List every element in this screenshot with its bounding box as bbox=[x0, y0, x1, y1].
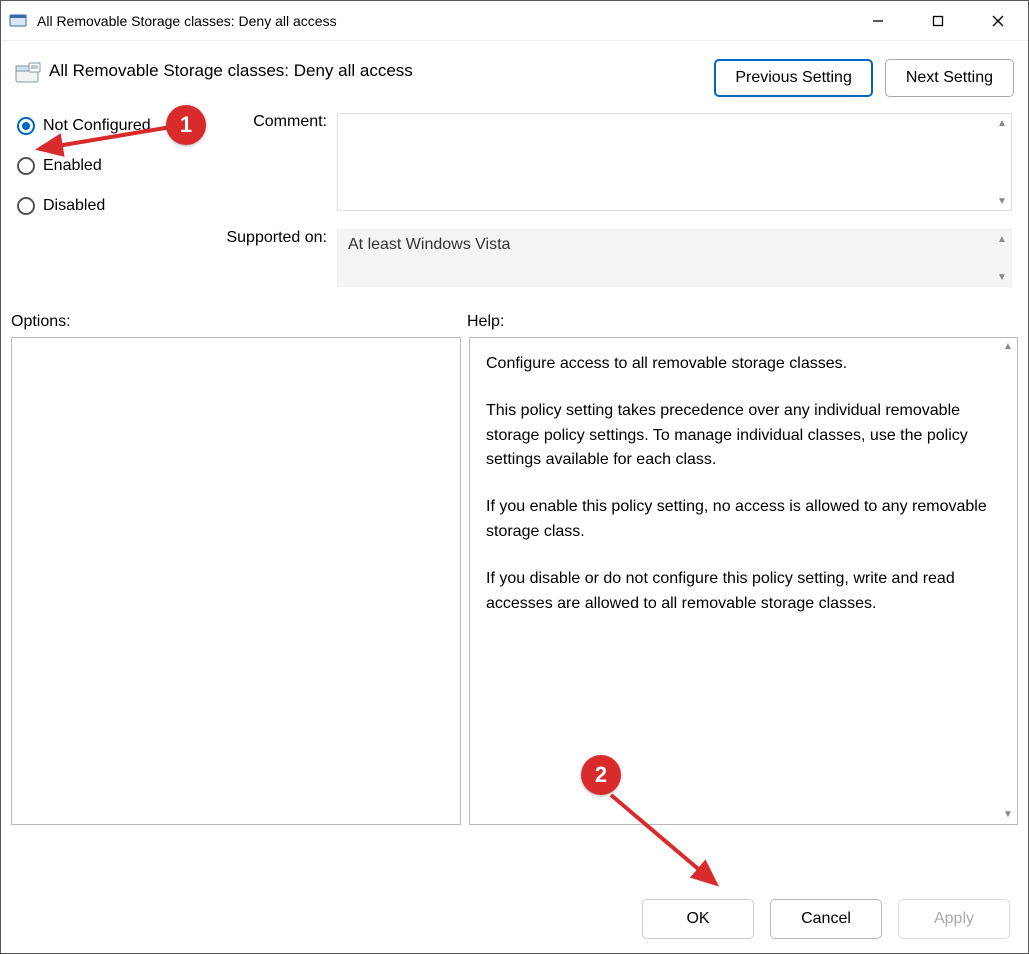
ok-button[interactable]: OK bbox=[642, 899, 754, 939]
comment-label: Comment: bbox=[217, 113, 337, 131]
options-label: Options: bbox=[11, 313, 467, 331]
app-icon bbox=[9, 12, 27, 30]
radio-enabled[interactable]: Enabled bbox=[17, 157, 197, 175]
chevron-up-icon[interactable]: ▲ bbox=[993, 114, 1011, 132]
minimize-button[interactable] bbox=[848, 1, 908, 40]
annotation-badge-2: 2 bbox=[581, 755, 621, 795]
supported-on-text: At least Windows Vista ▲ ▼ bbox=[337, 229, 1012, 287]
help-text: If you enable this policy setting, no ac… bbox=[486, 495, 1001, 545]
state-radio-group: Not Configured Enabled Disabled bbox=[17, 113, 197, 287]
policy-title: All Removable Storage classes: Deny all … bbox=[49, 59, 714, 81]
chevron-down-icon: ▼ bbox=[993, 268, 1011, 286]
radio-label: Enabled bbox=[43, 157, 102, 175]
policy-icon bbox=[15, 62, 41, 84]
radio-icon bbox=[17, 157, 35, 175]
help-text: Configure access to all removable storag… bbox=[486, 352, 1001, 377]
apply-button[interactable]: Apply bbox=[898, 899, 1010, 939]
help-text: If you disable or do not configure this … bbox=[486, 567, 1001, 617]
supported-label: Supported on: bbox=[217, 229, 337, 247]
annotation-badge-1: 1 bbox=[166, 105, 206, 145]
options-panel bbox=[11, 337, 461, 825]
chevron-up-icon: ▲ bbox=[993, 230, 1011, 248]
cancel-button[interactable]: Cancel bbox=[770, 899, 882, 939]
comment-textarea[interactable]: ▲ ▼ bbox=[337, 113, 1012, 211]
radio-icon bbox=[17, 117, 35, 135]
radio-label: Not Configured bbox=[43, 117, 151, 135]
supported-value: At least Windows Vista bbox=[348, 236, 510, 253]
previous-setting-button[interactable]: Previous Setting bbox=[714, 59, 873, 97]
chevron-up-icon[interactable]: ▲ bbox=[999, 338, 1017, 356]
help-panel: Configure access to all removable storag… bbox=[469, 337, 1018, 825]
titlebar: All Removable Storage classes: Deny all … bbox=[1, 1, 1028, 41]
radio-label: Disabled bbox=[43, 197, 105, 215]
policy-header: All Removable Storage classes: Deny all … bbox=[1, 41, 1028, 107]
radio-disabled[interactable]: Disabled bbox=[17, 197, 197, 215]
help-label: Help: bbox=[467, 313, 1012, 331]
chevron-down-icon[interactable]: ▼ bbox=[999, 806, 1017, 824]
help-text: This policy setting takes precedence ove… bbox=[486, 399, 1001, 473]
next-setting-button[interactable]: Next Setting bbox=[885, 59, 1014, 97]
maximize-button[interactable] bbox=[908, 1, 968, 40]
chevron-down-icon[interactable]: ▼ bbox=[993, 192, 1011, 210]
window-title: All Removable Storage classes: Deny all … bbox=[37, 13, 848, 29]
radio-icon bbox=[17, 197, 35, 215]
dialog-footer: OK Cancel Apply bbox=[642, 899, 1010, 939]
gp-policy-dialog: All Removable Storage classes: Deny all … bbox=[0, 0, 1029, 954]
window-buttons bbox=[848, 1, 1028, 40]
close-button[interactable] bbox=[968, 1, 1028, 40]
